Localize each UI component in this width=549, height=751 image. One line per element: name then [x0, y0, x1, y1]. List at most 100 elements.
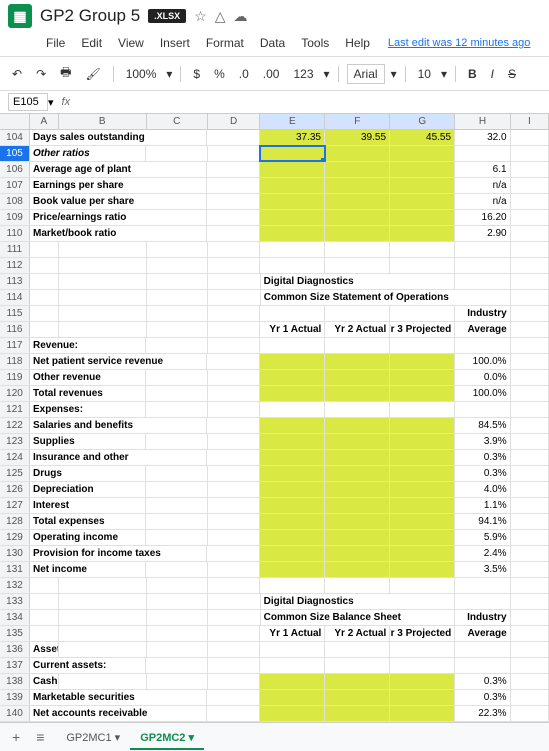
- cell-D121[interactable]: [208, 402, 261, 417]
- cell-D106[interactable]: [207, 162, 260, 177]
- cell-I117[interactable]: [511, 338, 549, 353]
- cell-D105[interactable]: [208, 146, 261, 161]
- cell-D127[interactable]: [208, 498, 261, 513]
- cell-A136[interactable]: Assets: [30, 642, 59, 657]
- row-header-121[interactable]: 121: [0, 402, 30, 417]
- cell-D126[interactable]: [208, 482, 261, 497]
- cell-H140[interactable]: 22.3%: [455, 706, 511, 721]
- cell-E104[interactable]: 37.35: [260, 130, 325, 145]
- cell-E136[interactable]: [260, 642, 325, 657]
- cell-H115[interactable]: Industry: [455, 306, 510, 321]
- cell-I111[interactable]: [511, 242, 549, 257]
- row-header-110[interactable]: 110: [0, 226, 30, 241]
- cell-B115[interactable]: [59, 306, 147, 321]
- cell-C119[interactable]: [146, 370, 207, 385]
- cell-D107[interactable]: [207, 178, 260, 193]
- cell-H110[interactable]: 2.90: [455, 226, 511, 241]
- cell-I116[interactable]: [511, 322, 549, 337]
- cell-D137[interactable]: [208, 658, 261, 673]
- cell-D117[interactable]: [208, 338, 261, 353]
- redo-icon[interactable]: ↷: [32, 65, 50, 83]
- cell-F124[interactable]: [325, 450, 390, 465]
- cell-E139[interactable]: [260, 690, 325, 705]
- cell-H119[interactable]: 0.0%: [455, 370, 510, 385]
- sheet-tab-GP2MC2[interactable]: GP2MC2 ▾: [130, 728, 204, 750]
- cell-E123[interactable]: [260, 434, 325, 449]
- cell-E118[interactable]: [260, 354, 325, 369]
- row-header-111[interactable]: 111: [0, 242, 30, 257]
- cell-E117[interactable]: [260, 338, 325, 353]
- row-header-118[interactable]: 118: [0, 354, 30, 369]
- cell-H106[interactable]: 6.1: [455, 162, 511, 177]
- cell-G137[interactable]: [390, 658, 455, 673]
- cell-I133[interactable]: [511, 594, 549, 609]
- cell-F104[interactable]: 39.55: [325, 130, 390, 145]
- col-header-E[interactable]: E: [260, 114, 325, 129]
- cell-E124[interactable]: [260, 450, 325, 465]
- cell-F120[interactable]: [325, 386, 390, 401]
- cell-I112[interactable]: [511, 258, 549, 273]
- cell-F117[interactable]: [325, 338, 390, 353]
- cell-C128[interactable]: [146, 514, 207, 529]
- cell-I137[interactable]: [511, 658, 549, 673]
- cell-C105[interactable]: [146, 146, 207, 161]
- cell-F136[interactable]: [325, 642, 390, 657]
- cell-A114[interactable]: [30, 290, 59, 305]
- cell-H138[interactable]: 0.3%: [455, 674, 510, 689]
- cell-E116[interactable]: Yr 1 Actual: [260, 322, 325, 337]
- cell-I113[interactable]: [511, 274, 549, 289]
- col-header-F[interactable]: F: [325, 114, 390, 129]
- cell-H117[interactable]: [455, 338, 510, 353]
- cell-B138[interactable]: [59, 674, 147, 689]
- cell-H132[interactable]: [455, 578, 510, 593]
- cell-H136[interactable]: [455, 642, 510, 657]
- cell-H131[interactable]: 3.5%: [455, 562, 510, 577]
- cell-A115[interactable]: [30, 306, 59, 321]
- cell-G139[interactable]: [390, 690, 455, 705]
- cell-D125[interactable]: [208, 466, 261, 481]
- row-header-113[interactable]: 113: [0, 274, 30, 289]
- cell-H130[interactable]: 2.4%: [455, 546, 511, 561]
- cell-C138[interactable]: [147, 674, 208, 689]
- star-icon[interactable]: ☆: [194, 8, 207, 25]
- cell-B116[interactable]: [59, 322, 147, 337]
- cell-G122[interactable]: [390, 418, 455, 433]
- row-header-112[interactable]: 112: [0, 258, 30, 273]
- cell-I122[interactable]: [511, 418, 549, 433]
- cell-A120[interactable]: Total revenues: [30, 386, 146, 401]
- cell-D128[interactable]: [208, 514, 261, 529]
- cell-C114[interactable]: [147, 290, 208, 305]
- cell-E107[interactable]: [260, 178, 325, 193]
- cell-D132[interactable]: [208, 578, 261, 593]
- cell-A131[interactable]: Net income: [30, 562, 146, 577]
- cell-C136[interactable]: [147, 642, 208, 657]
- last-edit-link[interactable]: Last edit was 12 minutes ago: [388, 37, 530, 49]
- cell-C112[interactable]: [147, 258, 208, 273]
- cell-E120[interactable]: [260, 386, 325, 401]
- cell-I118[interactable]: [511, 354, 549, 369]
- col-header-A[interactable]: A: [30, 114, 59, 129]
- menu-view[interactable]: View: [112, 34, 150, 52]
- cell-I105[interactable]: [511, 146, 549, 161]
- cell-D111[interactable]: [208, 242, 261, 257]
- cell-I138[interactable]: [511, 674, 549, 689]
- drive-icon[interactable]: △: [215, 8, 226, 25]
- format-percent[interactable]: %: [210, 65, 229, 83]
- cell-E105[interactable]: [260, 146, 325, 161]
- cell-I130[interactable]: [511, 546, 549, 561]
- strike-button[interactable]: S: [504, 65, 520, 83]
- cell-C125[interactable]: [146, 466, 207, 481]
- print-icon[interactable]: 🖶: [56, 61, 75, 86]
- cell-F106[interactable]: [325, 162, 390, 177]
- cell-G126[interactable]: [390, 482, 455, 497]
- row-header-132[interactable]: 132: [0, 578, 30, 593]
- row-header-139[interactable]: 139: [0, 690, 30, 705]
- cell-A118[interactable]: Net patient service revenue: [30, 354, 207, 369]
- cell-I104[interactable]: [511, 130, 549, 145]
- cell-F135[interactable]: Yr 2 Actual: [325, 626, 390, 641]
- row-header-114[interactable]: 114: [0, 290, 30, 305]
- cell-D119[interactable]: [208, 370, 261, 385]
- cell-F111[interactable]: [325, 242, 390, 257]
- cell-G109[interactable]: [390, 210, 455, 225]
- cell-I131[interactable]: [511, 562, 549, 577]
